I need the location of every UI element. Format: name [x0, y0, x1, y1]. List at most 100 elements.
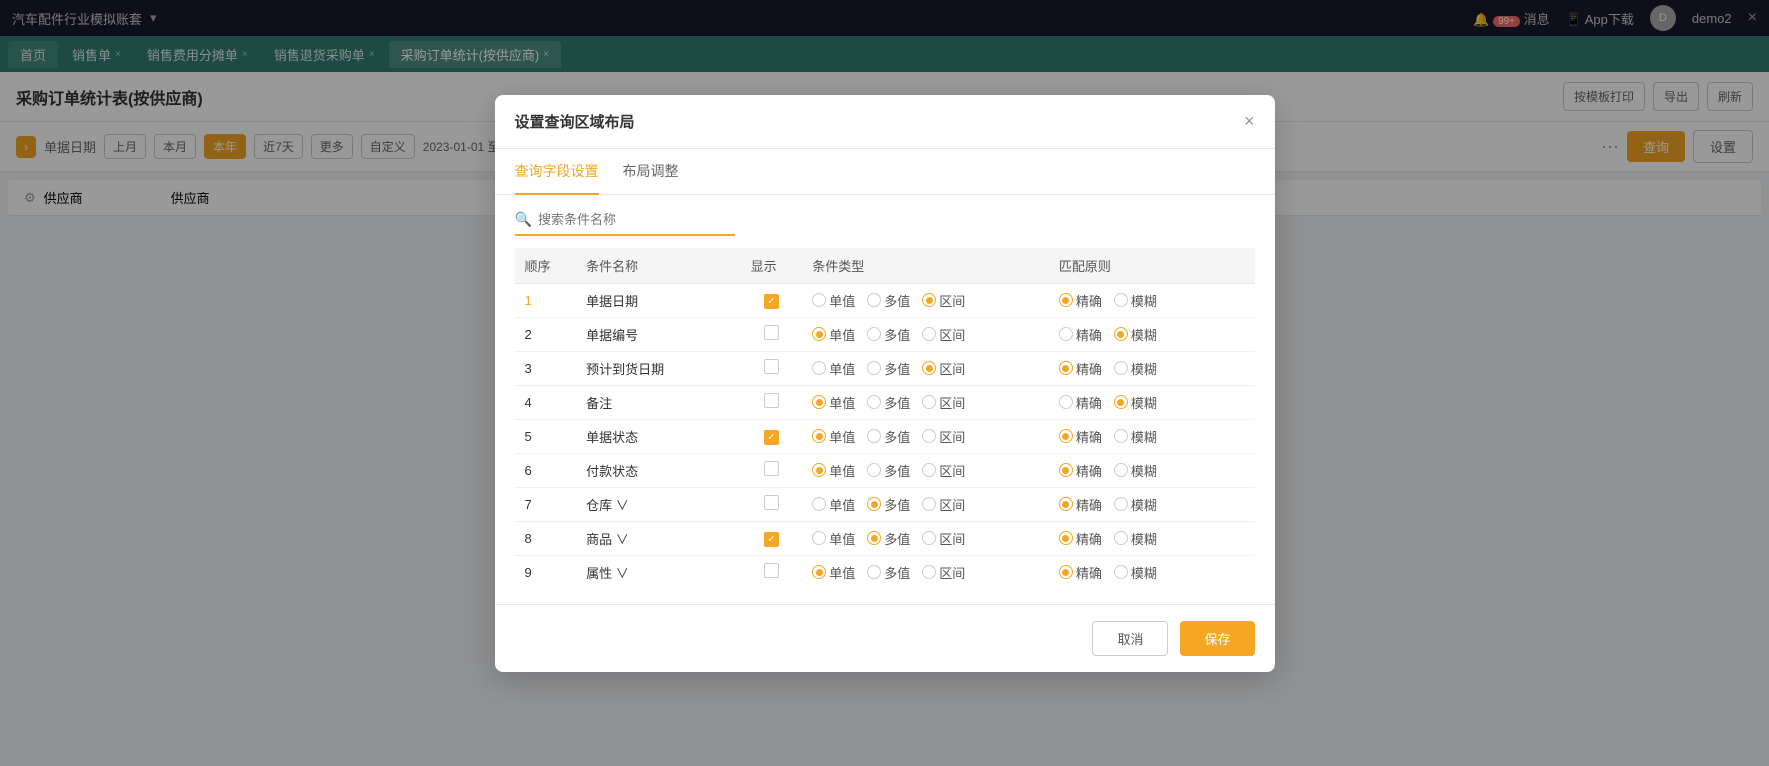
- type-radio-item[interactable]: 多值: [867, 359, 910, 378]
- save-button[interactable]: 保存: [1180, 621, 1254, 656]
- row-display[interactable]: [741, 453, 803, 487]
- row-name: 仓库 ∨: [576, 487, 740, 521]
- row-type: 单值多值区间: [802, 419, 1049, 453]
- radio-circle: [1114, 327, 1128, 341]
- row-match: 精确模糊: [1049, 521, 1255, 555]
- row-order: 4: [515, 385, 577, 419]
- condition-search-input[interactable]: [538, 212, 718, 227]
- row-type: 单值多值区间: [802, 555, 1049, 588]
- type-radio-item[interactable]: 单值: [812, 427, 855, 446]
- match-radio-item[interactable]: 模糊: [1114, 325, 1157, 344]
- match-radio-item[interactable]: 精确: [1059, 461, 1102, 480]
- th-match: 匹配原则: [1049, 248, 1255, 284]
- type-radio-item[interactable]: 多值: [867, 427, 910, 446]
- display-checkbox[interactable]: [764, 461, 779, 476]
- type-radio-item[interactable]: 多值: [867, 325, 910, 344]
- radio-circle: [922, 429, 936, 443]
- row-display[interactable]: [741, 419, 803, 453]
- match-radio-item[interactable]: 模糊: [1114, 461, 1157, 480]
- type-radio-item[interactable]: 多值: [867, 291, 910, 310]
- match-radio-item[interactable]: 精确: [1059, 325, 1102, 344]
- match-radio-item[interactable]: 模糊: [1114, 359, 1157, 378]
- row-display[interactable]: [741, 351, 803, 385]
- radio-circle: [922, 361, 936, 375]
- match-radio-item[interactable]: 精确: [1059, 529, 1102, 548]
- radio-circle: [1114, 429, 1128, 443]
- row-type: 单值多值区间: [802, 351, 1049, 385]
- display-checkbox[interactable]: [764, 430, 779, 445]
- tab-layout-adjust[interactable]: 布局调整: [623, 149, 679, 195]
- type-radio-item[interactable]: 区间: [922, 529, 965, 548]
- type-radio-item[interactable]: 多值: [867, 529, 910, 548]
- type-radio-item[interactable]: 单值: [812, 529, 855, 548]
- type-radio-item[interactable]: 区间: [922, 393, 965, 412]
- match-radio-item[interactable]: 精确: [1059, 563, 1102, 582]
- modal-close-button[interactable]: ×: [1244, 112, 1255, 130]
- type-radio-item[interactable]: 区间: [922, 495, 965, 514]
- display-checkbox[interactable]: [764, 495, 779, 510]
- type-radio-item[interactable]: 多值: [867, 563, 910, 582]
- match-radio-item[interactable]: 模糊: [1114, 495, 1157, 514]
- type-radio-item[interactable]: 区间: [922, 359, 965, 378]
- type-radio-item[interactable]: 单值: [812, 325, 855, 344]
- row-match: 精确模糊: [1049, 317, 1255, 351]
- row-display[interactable]: [741, 283, 803, 317]
- radio-circle: [867, 497, 881, 511]
- type-radio-item[interactable]: 单值: [812, 359, 855, 378]
- radio-circle: [812, 293, 826, 307]
- match-radio-item[interactable]: 精确: [1059, 393, 1102, 412]
- match-radio-item[interactable]: 模糊: [1114, 393, 1157, 412]
- display-checkbox[interactable]: [764, 294, 779, 309]
- tab-layout-adjust-label: 布局调整: [623, 163, 679, 179]
- type-radio-item[interactable]: 区间: [922, 563, 965, 582]
- row-name: 预计到货日期: [576, 351, 740, 385]
- row-display[interactable]: [741, 555, 803, 588]
- table-row: 7仓库 ∨单值多值区间精确模糊: [515, 487, 1255, 521]
- row-order: 2: [515, 317, 577, 351]
- row-display[interactable]: [741, 385, 803, 419]
- match-radio-item[interactable]: 模糊: [1114, 529, 1157, 548]
- search-icon: 🔍: [515, 211, 532, 228]
- radio-circle: [812, 395, 826, 409]
- radio-circle: [922, 531, 936, 545]
- row-display[interactable]: [741, 521, 803, 555]
- match-radio-item[interactable]: 模糊: [1114, 563, 1157, 582]
- match-radio-item[interactable]: 模糊: [1114, 291, 1157, 310]
- radio-circle: [867, 327, 881, 341]
- row-display[interactable]: [741, 317, 803, 351]
- cancel-button[interactable]: 取消: [1092, 621, 1168, 656]
- match-radio-item[interactable]: 精确: [1059, 291, 1102, 310]
- type-radio-item[interactable]: 单值: [812, 393, 855, 412]
- type-radio-item[interactable]: 区间: [922, 325, 965, 344]
- tab-query-fields[interactable]: 查询字段设置: [515, 149, 599, 195]
- radio-circle: [1059, 429, 1073, 443]
- type-radio-item[interactable]: 多值: [867, 393, 910, 412]
- type-radio-item[interactable]: 单值: [812, 495, 855, 514]
- table-row: 8商品 ∨单值多值区间精确模糊: [515, 521, 1255, 555]
- type-radio-item[interactable]: 单值: [812, 461, 855, 480]
- display-checkbox[interactable]: [764, 563, 779, 578]
- type-radio-item[interactable]: 单值: [812, 563, 855, 582]
- row-type: 单值多值区间: [802, 521, 1049, 555]
- modal-title: 设置查询区域布局: [515, 111, 635, 132]
- match-radio-item[interactable]: 精确: [1059, 359, 1102, 378]
- match-radio-item[interactable]: 精确: [1059, 427, 1102, 446]
- row-type: 单值多值区间: [802, 283, 1049, 317]
- display-checkbox[interactable]: [764, 393, 779, 408]
- display-checkbox[interactable]: [764, 532, 779, 547]
- match-radio-item[interactable]: 模糊: [1114, 427, 1157, 446]
- type-radio-item[interactable]: 区间: [922, 461, 965, 480]
- display-checkbox[interactable]: [764, 325, 779, 340]
- row-order: 8: [515, 521, 577, 555]
- match-radio-item[interactable]: 精确: [1059, 495, 1102, 514]
- type-radio-item[interactable]: 区间: [922, 427, 965, 446]
- condition-search-box: 🔍: [515, 211, 735, 236]
- row-display[interactable]: [741, 487, 803, 521]
- type-radio-item[interactable]: 单值: [812, 291, 855, 310]
- display-checkbox[interactable]: [764, 359, 779, 374]
- radio-circle: [812, 361, 826, 375]
- type-radio-item[interactable]: 多值: [867, 461, 910, 480]
- type-radio-item[interactable]: 区间: [922, 291, 965, 310]
- row-name: 单据状态: [576, 419, 740, 453]
- type-radio-item[interactable]: 多值: [867, 495, 910, 514]
